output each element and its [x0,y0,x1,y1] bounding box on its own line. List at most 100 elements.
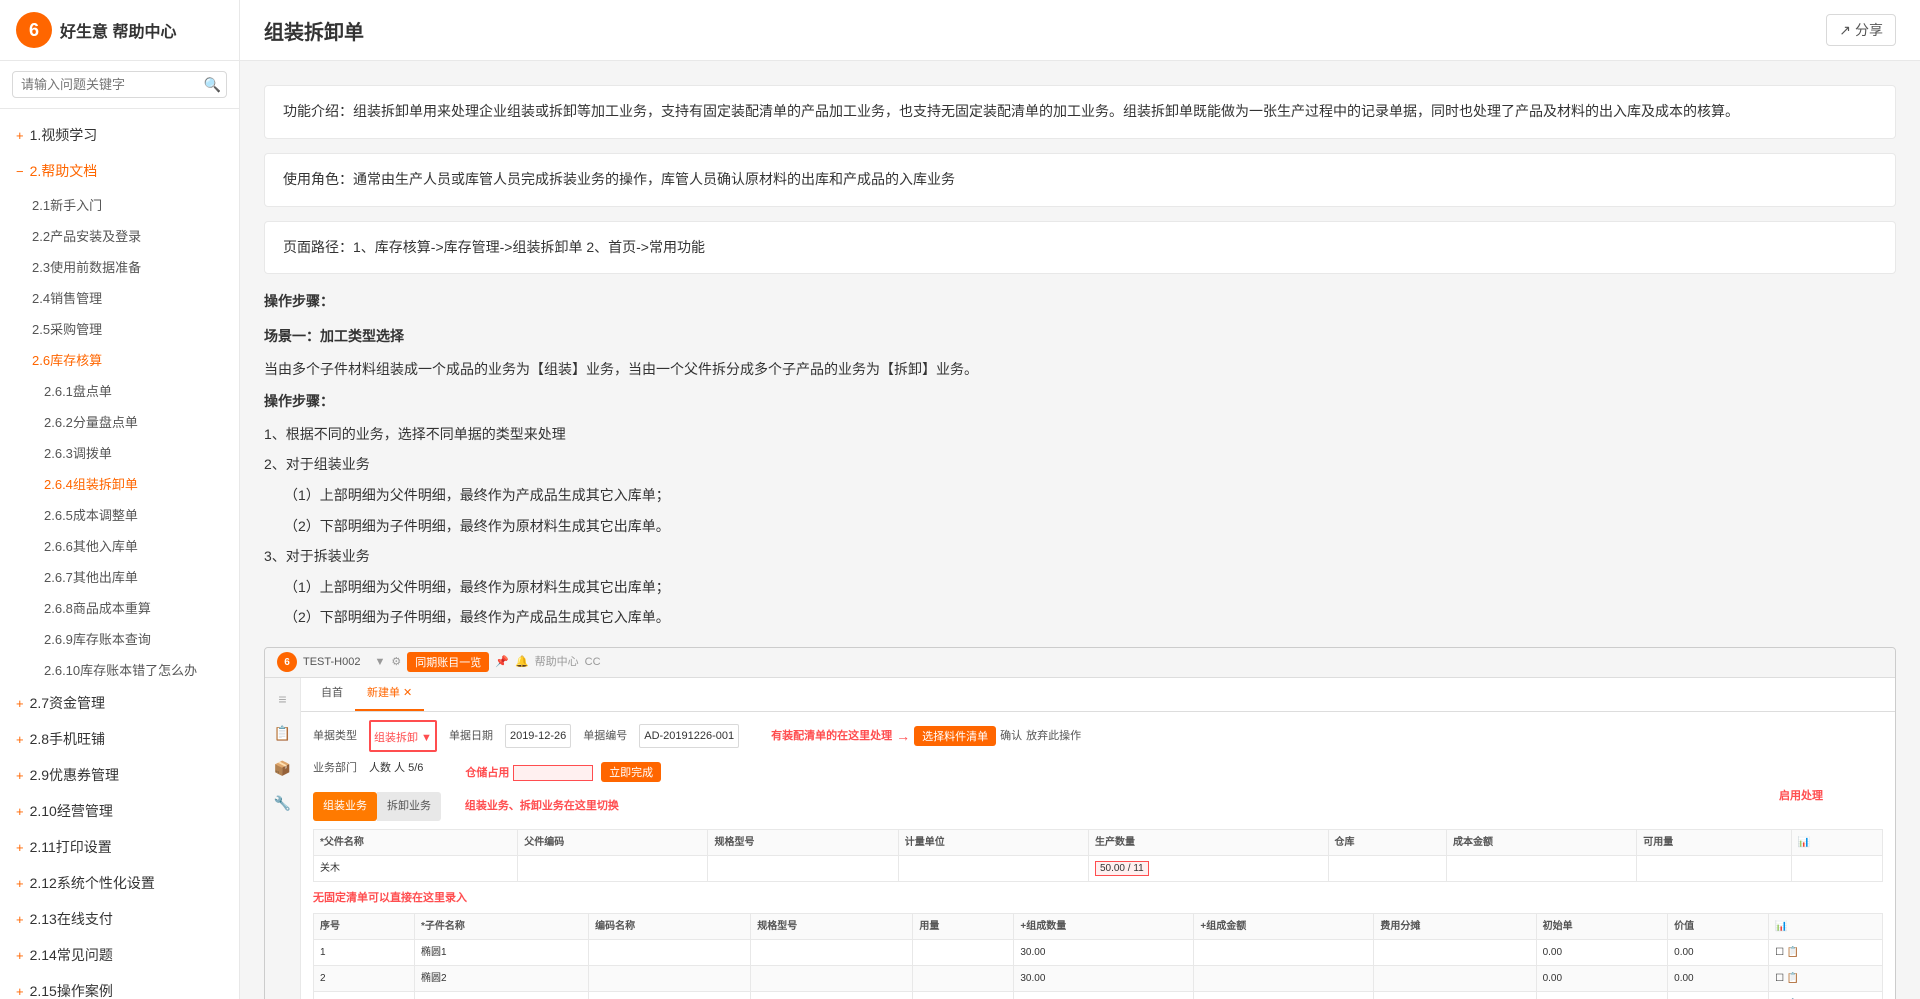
ss-type-value[interactable]: 组装拆卸 ▼ [369,720,437,753]
sidebar-item-2-6-1[interactable]: 2.6.1盘点单 [0,375,239,406]
step3-2: （2）下部明细为子件明细，最终作为产成品生成其它入库单。 [264,604,1896,631]
ss-confirm-btn[interactable]: 立即完成 [601,762,661,782]
ss-lower-table-header: 序号 *子件名称 编码名称 规格型号 用量 +组成数量 +组成金额 费用分摊 初 [314,913,1883,939]
ss-form-row-2: 业务部门 人数 人 5/6 仓储占用 立即完成 [313,758,1883,785]
role-block: 使用角色：通常由生产人员或库管人员完成拆装业务的操作，库管人员确认原材料的出库和… [264,153,1896,207]
sidebar-item-2-13[interactable]: + 2.13在线支付 [0,901,239,937]
step2-2: （2）下部明细为子件明细，最终作为原材料生成其它出库单。 [264,513,1896,540]
sidebar-item-2-6-3[interactable]: 2.6.3调拨单 [0,437,239,468]
sidebar-item-2-6-6[interactable]: 2.6.6其他入库单 [0,530,239,561]
sidebar-item-2-6[interactable]: 2.6库存核算 [0,344,239,375]
ss-tab-home[interactable]: 自首 [309,678,355,711]
sidebar-item-2-6-9[interactable]: 2.6.9库存账本查询 [0,623,239,654]
table-row: 2 椭圆2 30.00 0.00 [314,965,1883,991]
ss-no-label: 单据编号 [583,726,627,747]
sidebar-nav: + 1.视频学习 − 2.帮助文档 2.1新手入门 2.2产品安装及登录 2.3… [0,109,239,999]
sidebar-item-docs[interactable]: − 2.帮助文档 [0,153,239,189]
ss-upper-table-header: *父件名称 父件编码 规格型号 计量单位 生产数量 仓库 成本金额 可用量 📊 [314,829,1883,855]
screenshot: 6 TEST-H002 ▼ ⚙ 同期账目一览 📌 🔔 帮助中心 CC [264,647,1896,999]
ss-lower-table: 序号 *子件名称 编码名称 规格型号 用量 +组成数量 +组成金额 费用分摊 初 [313,913,1883,999]
sidebar-item-2-6-10[interactable]: 2.6.10库存账本错了怎么办 [0,654,239,685]
scenario1-desc: 当由多个子件材料组装成一个成品的业务为【组装】业务，当由一个父件拆分成多个子产品… [264,356,1896,383]
sidebar-item-2-1[interactable]: 2.1新手入门 [0,189,239,220]
ss-company: TEST-H002 [303,652,360,673]
sidebar-item-2-6-7[interactable]: 2.6.7其他出库单 [0,561,239,592]
sidebar-item-2-7[interactable]: + 2.7资金管理 [0,685,239,721]
content-area: 功能介绍：组装拆卸单用来处理企业组装或拆卸等加工业务，支持有固定装配清单的产品加… [240,61,1920,999]
logo-circle: 6 [16,12,52,48]
sidebar-item-2-11[interactable]: + 2.11打印设置 [0,829,239,865]
ss-nav-icon-2: 📋 [274,720,291,747]
ss-dept-label: 业务部门 [313,758,357,779]
ss-overview-btn[interactable]: 同期账目一览 [407,652,489,672]
minus-icon: − [16,164,24,179]
ss-tab-bar: 自首 新建单 ✕ [301,678,1895,712]
plus-icon-2-13: + [16,912,24,927]
ss-nav-icon-4: 🔧 [274,790,291,817]
sidebar-item-2-5[interactable]: 2.5采购管理 [0,313,239,344]
sidebar-item-2-3[interactable]: 2.3使用前数据准备 [0,251,239,282]
ss-assembly-type[interactable]: 组装业务 [313,792,377,821]
ss-logo: 6 [277,652,297,672]
table-row: 1 椭圆1 30.00 0.00 [314,939,1883,965]
ss-upper-table: *父件名称 父件编码 规格型号 计量单位 生产数量 仓库 成本金额 可用量 📊 [313,829,1883,882]
ss-date-value[interactable]: 2019-12-26 [505,724,571,749]
sidebar-item-2-6-5[interactable]: 2.6.5成本调整单 [0,499,239,530]
sidebar-item-2-6-4[interactable]: 2.6.4组装拆卸单 [0,468,239,499]
table-row: 关木 50.00 / 11 [314,855,1883,881]
sidebar-item-2-6-8[interactable]: 2.6.8商品成本重算 [0,592,239,623]
search-button[interactable]: 🔍 [204,76,221,93]
ss-disassembly-type[interactable]: 拆卸业务 [377,792,441,821]
steps-title: 操作步骤： [264,288,1896,315]
ss-form-row-1: 单据类型 组装拆卸 ▼ 单据日期 2019-12-26 单据编号 AD-2019… [313,720,1883,753]
plus-icon-2-12: + [16,876,24,891]
ss-left-panel: ≡ 📋 📦 🔧 [265,678,301,999]
step2: 2、对于组装业务 [264,451,1896,478]
page-title: 组装拆卸单 [264,16,364,45]
sidebar: 6 好生意 帮助中心 🔍 + 1.视频学习 − 2.帮助文档 2.1新手入门 2… [0,0,240,999]
ss-select-list-btn[interactable]: 选择料件清单 [914,726,996,746]
ss-content-area: 单据类型 组装拆卸 ▼ 单据日期 2019-12-26 单据编号 AD-2019… [301,712,1895,999]
ss-type-label: 单据类型 [313,726,357,747]
sidebar-item-2-12[interactable]: + 2.12系统个性化设置 [0,865,239,901]
plus-icon-2-15: + [16,984,24,999]
ss-annotation1: 组装业务、拆卸业务在这里切换 [465,800,619,812]
ss-tab-new[interactable]: 新建单 ✕ [355,678,424,711]
sidebar-item-2-8[interactable]: + 2.8手机旺铺 [0,721,239,757]
plus-icon-2-9: + [16,768,24,783]
step3: 3、对于拆装业务 [264,543,1896,570]
sidebar-item-2-10[interactable]: + 2.10经营管理 [0,793,239,829]
ss-date-label: 单据日期 [449,726,493,747]
sidebar-item-2-2[interactable]: 2.2产品安装及登录 [0,220,239,251]
sidebar-item-2-6-2[interactable]: 2.6.2分量盘点单 [0,406,239,437]
plus-icon-2-10: + [16,804,24,819]
step1: 1、根据不同的业务，选择不同单据的类型来处理 [264,421,1896,448]
sidebar-item-2-4[interactable]: 2.4销售管理 [0,282,239,313]
scenario1-title: 场景一：加工类型选择 [264,323,1896,350]
ss-warehouse-input[interactable] [513,765,593,781]
app-title: 好生意 帮助中心 [60,18,176,42]
search-input[interactable] [12,71,227,98]
sidebar-item-2-9[interactable]: + 2.9优惠券管理 [0,757,239,793]
ss-annotation3-label: 仓储占用 [465,767,509,779]
table-row: 3 0.00 0.00 [314,991,1883,999]
steps-section: 操作步骤： 场景一：加工类型选择 当由多个子件材料组装成一个成品的业务为【组装】… [264,288,1896,999]
share-button[interactable]: ↗ 分享 [1826,14,1896,46]
main: 组装拆卸单 ↗ 分享 功能介绍：组装拆卸单用来处理企业组装或拆卸等加工业务，支持… [240,0,1920,999]
arrow-icon-1: → [896,723,910,750]
path-block: 页面路径：1、库存核算->库存管理->组装拆卸单 2、首页->常用功能 [264,221,1896,275]
step3-1: （1）上部明细为父件明细，最终作为原材料生成其它出库单； [264,574,1896,601]
sidebar-item-2-15[interactable]: + 2.15操作案例 [0,973,239,999]
sidebar-item-2-14[interactable]: + 2.14常见问题 [0,937,239,973]
ss-top-bar: 6 TEST-H002 ▼ ⚙ 同期账目一览 📌 🔔 帮助中心 CC [265,648,1895,678]
sidebar-item-video[interactable]: + 1.视频学习 [0,117,239,153]
plus-icon-2-8: + [16,732,24,747]
intro-block: 功能介绍：组装拆卸单用来处理企业组装或拆卸等加工业务，支持有固定装配清单的产品加… [264,85,1896,139]
ss-nav-icon-1: ≡ [278,686,286,713]
plus-icon-2-7: + [16,696,24,711]
search-box: 🔍 [0,61,239,109]
steps-sub-title: 操作步骤： [264,388,1896,415]
ss-no-value[interactable]: AD-20191226-001 [639,724,739,749]
ss-right-panel: 自首 新建单 ✕ 单据类型 组装拆卸 ▼ 单据日期 [301,678,1895,999]
plus-icon-2-11: + [16,840,24,855]
